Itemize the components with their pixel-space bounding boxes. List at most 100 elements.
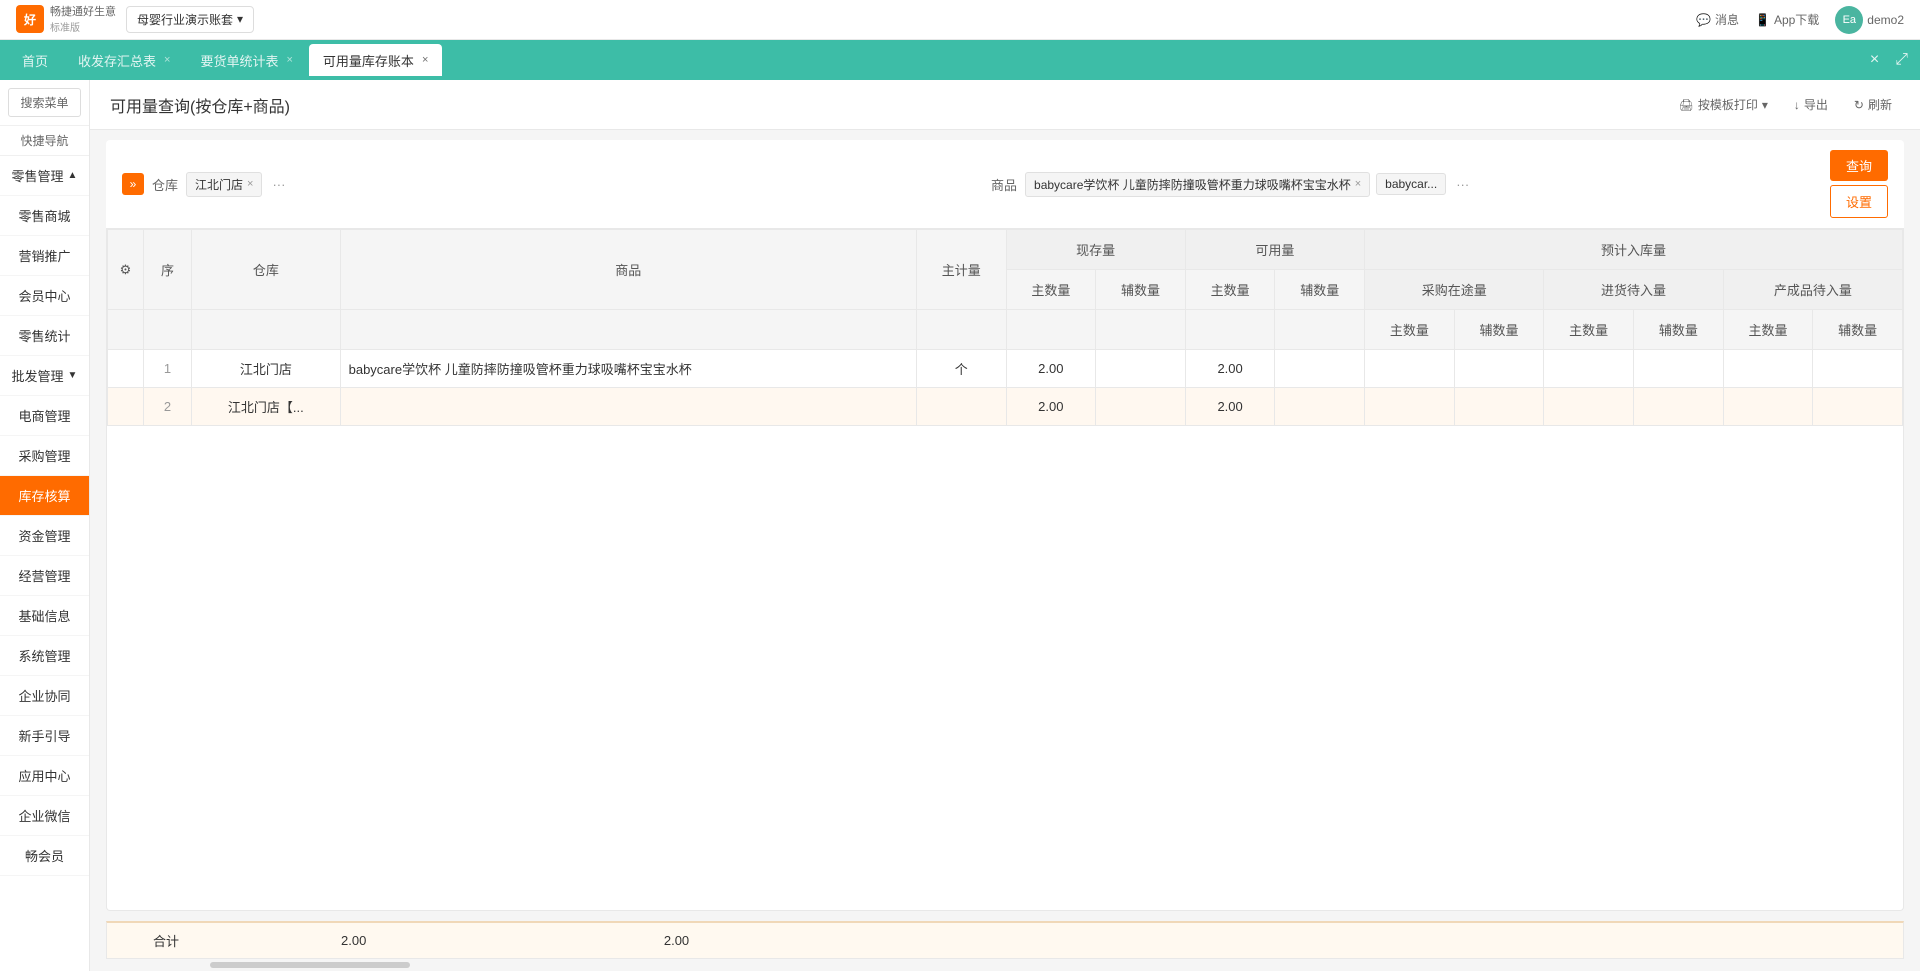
tab-receive-send[interactable]: 收发存汇总表 × (64, 44, 184, 76)
print-icon: 🖨 (1679, 98, 1694, 112)
th-pt-main: 主数量 (1365, 310, 1455, 350)
td-available-main-qty: 2.00 (1185, 350, 1275, 388)
scroll-bar[interactable] (106, 959, 1904, 971)
footer-current-aux-qty (434, 933, 595, 948)
close-icon[interactable]: × (164, 54, 170, 66)
filter-product-tags: babycare学饮杯 儿童防摔防撞吸管杯重力球吸嘴杯宝宝水杯 × babyca… (1025, 172, 1822, 197)
sidebar-item-label: 经营管理 (18, 566, 70, 585)
sidebar-item-purchase[interactable]: 采购管理 (0, 436, 89, 476)
top-bar-right: 💬 消息 📱 App下载 Ea demo2 (1696, 6, 1904, 34)
sidebar-item-wholesale-mgmt[interactable]: 批发管理 ▼ (0, 356, 89, 396)
td-current-main-qty: 2.00 (1006, 350, 1096, 388)
app-download-btn[interactable]: 📱 App下载 (1755, 11, 1819, 28)
th-main-unit: 主计量 (916, 230, 1006, 310)
template-badge: 标准版 (50, 19, 116, 34)
tab-order-stats[interactable]: 要货单统计表 × (186, 44, 306, 76)
td-num: 1 (144, 350, 192, 388)
th-empty1 (108, 310, 144, 350)
print-btn[interactable]: 🖨 按模板打印 ▾ (1671, 92, 1776, 117)
tab-order-stats-label: 要货单统计表 (200, 51, 278, 70)
th-pt-aux: 辅数量 (1454, 310, 1544, 350)
sidebar-item-ecommerce[interactable]: 电商管理 (0, 396, 89, 436)
td-prd-aux (1813, 350, 1903, 388)
footer-label: 合计 (123, 931, 273, 950)
td-main-unit (916, 388, 1006, 426)
export-btn[interactable]: ↓ 导出 (1786, 92, 1836, 117)
th-purchase-pending: 进货待入量 (1544, 270, 1723, 310)
sidebar-quick-nav[interactable]: 快捷导航 (0, 126, 89, 156)
logo-text: 畅捷通好生意 (50, 5, 116, 19)
product-more-btn[interactable]: ··· (1452, 177, 1473, 192)
footer-prd-aux (1726, 933, 1887, 948)
industry-selector[interactable]: 母婴行业演示账套 ▾ (126, 6, 254, 33)
td-prd-main (1723, 388, 1813, 426)
sidebar-item-label: 电商管理 (18, 406, 70, 425)
fullscreen-btn[interactable]: ⤢ (1891, 47, 1912, 73)
th-available-main-qty: 主数量 (1185, 270, 1275, 310)
sidebar-item-member2[interactable]: 畅会员 (0, 836, 89, 876)
sidebar-item-app-center[interactable]: 应用中心 (0, 756, 89, 796)
sidebar-item-retail-mgmt[interactable]: 零售管理 ▲ (0, 156, 89, 196)
chevron-icon: ▲ (68, 170, 78, 181)
th-prd-aux: 辅数量 (1813, 310, 1903, 350)
sidebar-item-marketing[interactable]: 营销推广 (0, 236, 89, 276)
message-icon: 💬 (1696, 13, 1711, 27)
close-icon[interactable]: × (286, 54, 292, 66)
sidebar-item-new-guide[interactable]: 新手引导 (0, 716, 89, 756)
username: demo2 (1867, 13, 1904, 27)
sidebar-item-retail-store[interactable]: 零售商城 (0, 196, 89, 236)
message-btn[interactable]: 💬 消息 (1696, 11, 1739, 28)
sidebar-item-label: 应用中心 (18, 766, 70, 785)
data-table: ⚙ 序 仓库 商品 主计量 现存量 可用量 预计入库量 主数量 辅数量 主数量 (107, 229, 1903, 426)
warehouse-more-btn[interactable]: ··· (268, 177, 289, 192)
close-icon[interactable]: × (422, 54, 428, 66)
warehouse-tag-text: 江北门店 (195, 176, 243, 193)
refresh-btn[interactable]: ↻ 刷新 (1846, 92, 1900, 117)
td-pp-aux (1634, 388, 1724, 426)
sidebar-item-system-mgmt[interactable]: 系统管理 (0, 636, 89, 676)
filter-expand-btn[interactable]: » (122, 173, 144, 195)
tab-home-label: 首页 (22, 51, 48, 70)
td-product (340, 388, 916, 426)
sidebar-item-member[interactable]: 会员中心 (0, 276, 89, 316)
th-empty6 (1006, 310, 1096, 350)
sidebar-item-finance[interactable]: 资金管理 (0, 516, 89, 556)
td-current-main-qty: 2.00 (1006, 388, 1096, 426)
td-empty (108, 388, 144, 426)
th-pp-aux: 辅数量 (1634, 310, 1724, 350)
logo-text-area: 畅捷通好生意 标准版 (50, 5, 116, 34)
avatar: Ea (1835, 6, 1863, 34)
sidebar-item-enterprise-wechat[interactable]: 企业微信 (0, 796, 89, 836)
tab-available-stock-label: 可用量库存账本 (323, 51, 414, 70)
sidebar-item-basic-info[interactable]: 基础信息 (0, 596, 89, 636)
td-pp-aux (1634, 350, 1724, 388)
warehouse-tag-close[interactable]: × (247, 178, 253, 190)
th-expected-in: 预计入库量 (1365, 230, 1903, 270)
sidebar-item-inventory[interactable]: 库存核算 (0, 476, 89, 516)
settings-btn[interactable]: 设置 (1830, 185, 1888, 218)
sidebar-item-retail-stats[interactable]: 零售统计 (0, 316, 89, 356)
td-warehouse: 江北门店【... (192, 388, 341, 426)
query-btn[interactable]: 查询 (1830, 150, 1888, 181)
search-menu-btn[interactable]: 搜索菜单 (8, 88, 81, 117)
product-tag-1-text: babycare学饮杯 儿童防摔防撞吸管杯重力球吸嘴杯宝宝水杯 (1034, 176, 1351, 193)
tab-available-stock[interactable]: 可用量库存账本 × (309, 44, 442, 76)
product-tag-1-close[interactable]: × (1355, 178, 1361, 190)
tab-bar: 首页 收发存汇总表 × 要货单统计表 × 可用量库存账本 × × ⤢ (0, 40, 1920, 80)
th-settings[interactable]: ⚙ (108, 230, 144, 310)
td-pt-main (1365, 388, 1455, 426)
sidebar-item-enterprise-collab[interactable]: 企业协同 (0, 676, 89, 716)
footer-pt-main (919, 933, 1080, 948)
close-all-tabs-btn[interactable]: × (1866, 47, 1883, 73)
td-available-aux-qty (1275, 350, 1365, 388)
th-production-pending: 产成品待入量 (1723, 270, 1902, 310)
sidebar-item-label: 批发管理 (12, 366, 64, 385)
th-prd-main: 主数量 (1723, 310, 1813, 350)
user-area[interactable]: Ea demo2 (1835, 6, 1904, 34)
td-prd-aux (1813, 388, 1903, 426)
th-purchase-transit: 采购在途量 (1365, 270, 1544, 310)
scroll-thumb[interactable] (210, 962, 410, 968)
tab-home[interactable]: 首页 (8, 44, 62, 76)
sidebar-item-operations[interactable]: 经营管理 (0, 556, 89, 596)
sidebar-search-area: 搜索菜单 (0, 80, 89, 126)
